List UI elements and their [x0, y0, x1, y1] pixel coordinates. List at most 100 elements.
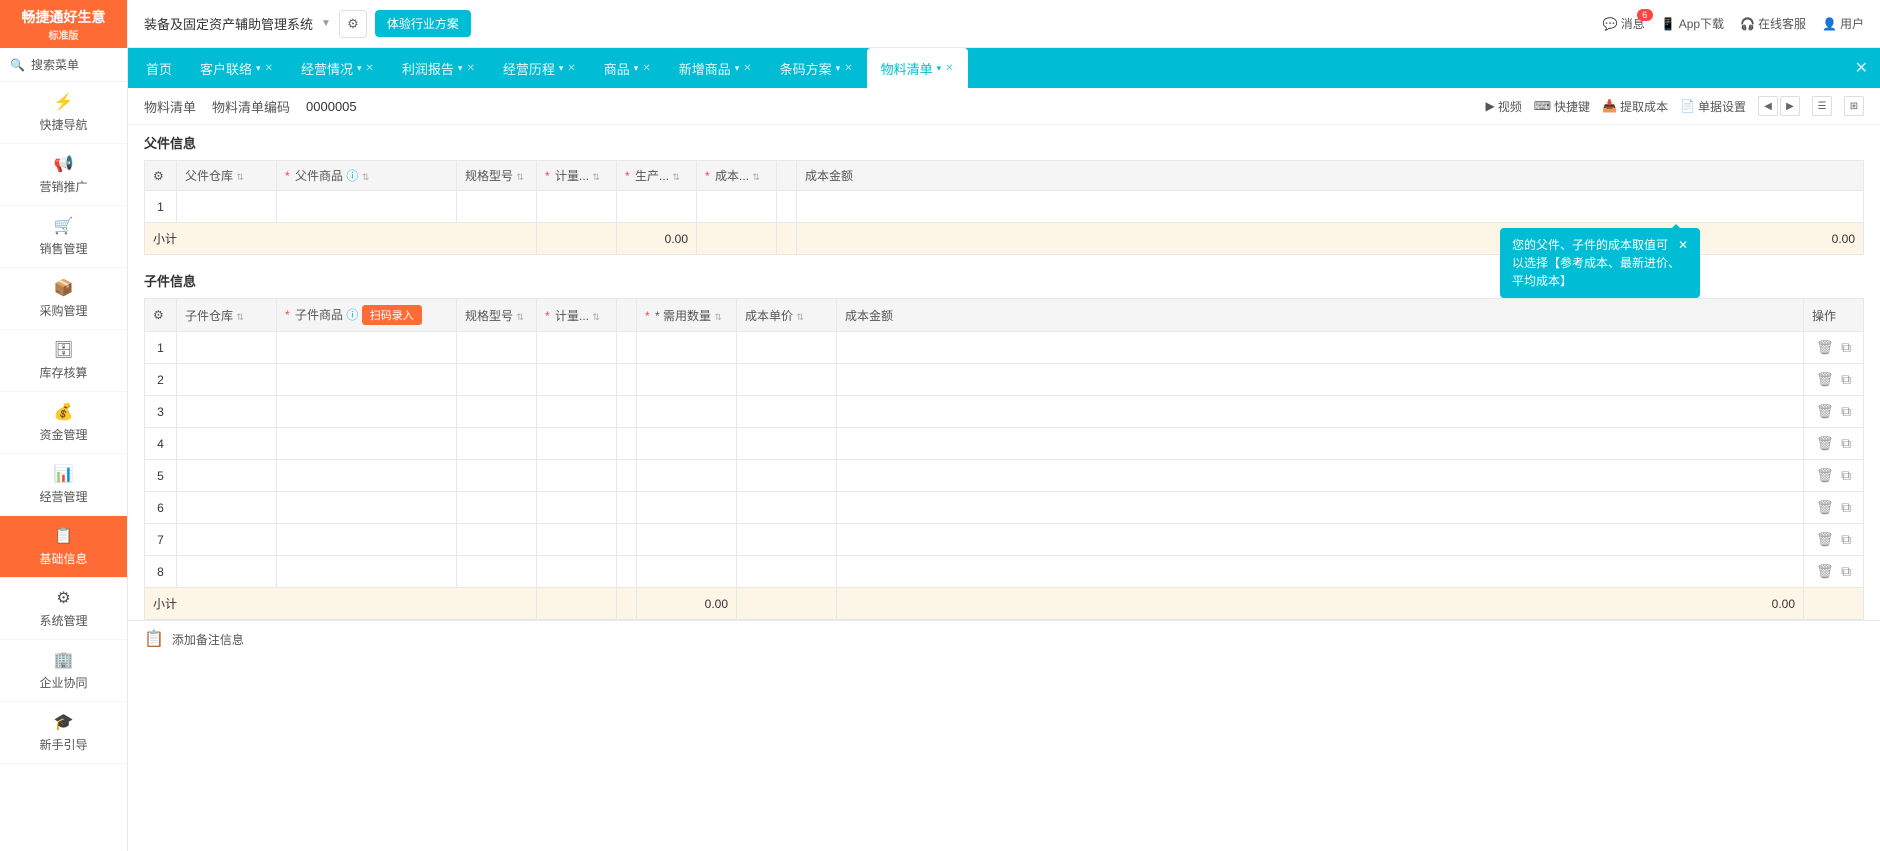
child-cell-warehouse-3[interactable] — [177, 396, 277, 428]
child-delete-4[interactable]: 🗑 — [1816, 435, 1834, 451]
child-cell-unit-6[interactable] — [537, 492, 617, 524]
child-cell-spec-5[interactable] — [457, 460, 537, 492]
child-cell-unit-price-4[interactable] — [737, 428, 837, 460]
breadcrumb-current[interactable]: 物料清单 — [144, 97, 196, 116]
child-cell-qty-2[interactable] — [637, 364, 737, 396]
list-view-button[interactable]: ⊞ — [1844, 96, 1864, 116]
child-cell-spec-6[interactable] — [457, 492, 537, 524]
child-copy-5[interactable]: ⧉ — [1841, 467, 1851, 483]
child-cell-unit-price-3[interactable] — [737, 396, 837, 428]
parent-th-product[interactable]: * 父件商品 ⓘ — [277, 161, 457, 191]
child-cell-cost-amount-3[interactable] — [837, 396, 1804, 428]
child-cell-warehouse-7[interactable] — [177, 524, 277, 556]
next-record-button[interactable]: ▶ — [1780, 96, 1800, 116]
sidebar-item-system[interactable]: ⚙ 系统管理 — [0, 578, 127, 640]
parent-th-warehouse[interactable]: 父件仓库 — [177, 161, 277, 191]
child-cell-warehouse-1[interactable] — [177, 332, 277, 364]
child-copy-1[interactable]: ⧉ — [1841, 339, 1851, 355]
child-cell-unit-price-6[interactable] — [737, 492, 837, 524]
single-settings-button[interactable]: 📄 单据设置 — [1680, 98, 1746, 115]
child-cell-qty-8[interactable] — [637, 556, 737, 588]
sidebar-item-purchase[interactable]: 📦 采购管理 — [0, 268, 127, 330]
parent-th-unit[interactable]: * 计量... — [537, 161, 617, 191]
child-cell-cost-amount-6[interactable] — [837, 492, 1804, 524]
message-button[interactable]: 💬 消息 6 — [1603, 15, 1645, 32]
child-cell-unit-8[interactable] — [537, 556, 617, 588]
sidebar-item-basic-info[interactable]: 📋 基础信息 — [0, 516, 127, 578]
user-button[interactable]: 👤 用户 — [1822, 15, 1864, 32]
child-cell-product-4[interactable] — [277, 428, 457, 460]
shortcut-button[interactable]: ⌨ 快捷键 — [1534, 98, 1590, 115]
prev-record-button[interactable]: ◀ — [1758, 96, 1778, 116]
child-copy-3[interactable]: ⧉ — [1841, 403, 1851, 419]
child-cell-cost-amount-4[interactable] — [837, 428, 1804, 460]
child-cell-unit-price-7[interactable] — [737, 524, 837, 556]
child-cell-warehouse-6[interactable] — [177, 492, 277, 524]
child-copy-8[interactable]: ⧉ — [1841, 563, 1851, 579]
child-cell-warehouse-2[interactable] — [177, 364, 277, 396]
parent-cell-product-1[interactable] — [277, 191, 457, 223]
child-cell-spec-7[interactable] — [457, 524, 537, 556]
child-th-qty[interactable]: * * 需用数量 — [637, 299, 737, 332]
tab-products-close[interactable]: ✕ — [642, 63, 650, 74]
sidebar-item-quick-nav[interactable]: ⚡ 快捷导航 — [0, 82, 127, 144]
parent-th-spec[interactable]: 规格型号 — [457, 161, 537, 191]
tab-operations-status[interactable]: 经营情况 ▾ ✕ — [287, 48, 388, 88]
child-cell-product-5[interactable] — [277, 460, 457, 492]
child-copy-6[interactable]: ⧉ — [1841, 499, 1851, 515]
tab-biz-history[interactable]: 经营历程 ▾ ✕ — [489, 48, 590, 88]
child-cell-warehouse-4[interactable] — [177, 428, 277, 460]
child-th-product[interactable]: * 子件商品 ⓘ 扫码录入 — [277, 299, 457, 332]
grid-view-button[interactable]: ☰ — [1812, 96, 1832, 116]
parent-cell-unit-1[interactable] — [537, 191, 617, 223]
child-cell-cost-amount-8[interactable] — [837, 556, 1804, 588]
child-cell-qty-3[interactable] — [637, 396, 737, 428]
child-delete-8[interactable]: 🗑 — [1816, 563, 1834, 579]
child-th-spec[interactable]: 规格型号 — [457, 299, 537, 332]
child-copy-2[interactable]: ⧉ — [1841, 371, 1851, 387]
tab-profit-close[interactable]: ✕ — [466, 63, 474, 74]
tab-bom-close[interactable]: ✕ — [945, 63, 953, 74]
child-cell-cost-amount-2[interactable] — [837, 364, 1804, 396]
child-cell-product-1[interactable] — [277, 332, 457, 364]
sidebar-item-marketing[interactable]: 📢 营销推广 — [0, 144, 127, 206]
child-copy-4[interactable]: ⧉ — [1841, 435, 1851, 451]
child-cell-qty-1[interactable] — [637, 332, 737, 364]
child-cell-spec-2[interactable] — [457, 364, 537, 396]
child-cell-cost-amount-1[interactable] — [837, 332, 1804, 364]
tab-customer-close[interactable]: ✕ — [265, 63, 273, 74]
experience-button[interactable]: 体验行业方案 — [375, 10, 471, 37]
tooltip-close[interactable]: ✕ — [1678, 236, 1688, 254]
child-cell-unit-7[interactable] — [537, 524, 617, 556]
tab-new-product[interactable]: 新增商品 ▾ ✕ — [665, 48, 766, 88]
child-cell-product-2[interactable] — [277, 364, 457, 396]
sidebar-item-operations[interactable]: 📊 经营管理 — [0, 454, 127, 516]
child-cell-spec-1[interactable] — [457, 332, 537, 364]
child-cell-cost-amount-5[interactable] — [837, 460, 1804, 492]
child-delete-1[interactable]: 🗑 — [1816, 339, 1834, 355]
child-cell-spec-3[interactable] — [457, 396, 537, 428]
scan-input-button[interactable]: 扫码录入 — [362, 305, 422, 325]
settings-button[interactable]: ⚙ — [339, 10, 367, 38]
sidebar-search[interactable]: 🔍 搜索菜单 — [0, 48, 127, 82]
parent-th-settings[interactable]: ⚙ — [145, 161, 177, 191]
parent-cell-production-1[interactable] — [617, 191, 697, 223]
child-th-unit[interactable]: * 计量... — [537, 299, 617, 332]
tab-newprod-close[interactable]: ✕ — [743, 63, 751, 74]
child-cell-unit-price-8[interactable] — [737, 556, 837, 588]
parent-cell-cost-amount-1[interactable] — [797, 191, 1864, 223]
child-cell-product-7[interactable] — [277, 524, 457, 556]
child-cell-qty-7[interactable] — [637, 524, 737, 556]
parent-cell-warehouse-1[interactable] — [177, 191, 277, 223]
child-delete-5[interactable]: 🗑 — [1816, 467, 1834, 483]
child-cell-qty-6[interactable] — [637, 492, 737, 524]
sidebar-item-inventory[interactable]: 🗄 库存核算 — [0, 330, 127, 392]
child-cell-product-3[interactable] — [277, 396, 457, 428]
child-th-warehouse[interactable]: 子件仓库 — [177, 299, 277, 332]
online-service-button[interactable]: 🎧 在线客服 — [1740, 15, 1806, 32]
child-cell-product-8[interactable] — [277, 556, 457, 588]
child-cell-unit-5[interactable] — [537, 460, 617, 492]
tab-products[interactable]: 商品 ▾ ✕ — [590, 48, 665, 88]
child-cell-spec-4[interactable] — [457, 428, 537, 460]
child-cell-spec-8[interactable] — [457, 556, 537, 588]
